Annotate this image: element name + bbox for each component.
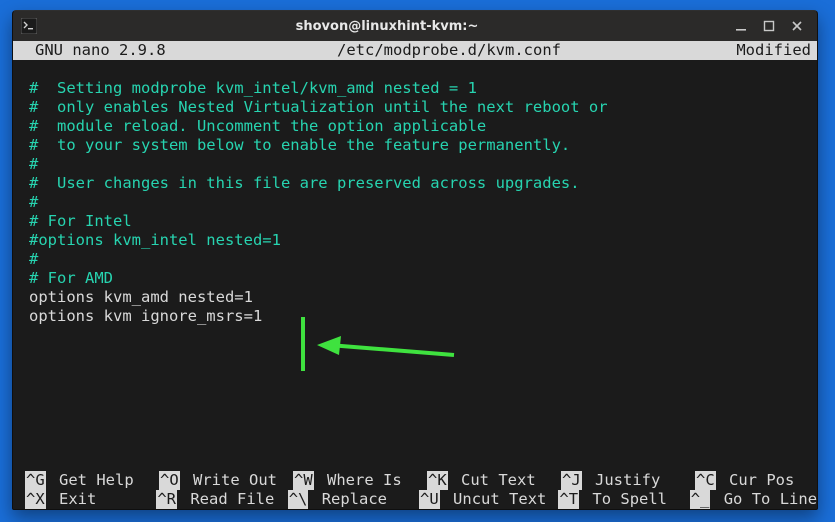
shortcut-label: Cut Text bbox=[452, 471, 536, 490]
maximize-button[interactable] bbox=[757, 16, 781, 36]
shortcut-label: Exit bbox=[50, 490, 97, 509]
shortcut-label: Replace bbox=[312, 490, 387, 509]
nano-shortcut-bar: ^G Get Help^O Write Out^W Where Is^K Cut… bbox=[13, 471, 817, 509]
shortcut-key: ^J bbox=[561, 471, 582, 490]
shortcut-key: ^C bbox=[695, 471, 716, 490]
editor-line: # to your system below to enable the fea… bbox=[29, 136, 817, 155]
editor-content: # Setting modprobe kvm_intel/kvm_amd nes… bbox=[13, 79, 817, 326]
editor-line: # For AMD bbox=[29, 269, 817, 288]
shortcut-cell: ^K Cut Text bbox=[415, 471, 549, 490]
terminal-icon bbox=[21, 18, 37, 34]
close-button[interactable] bbox=[785, 16, 809, 36]
shortcut-cell: ^W Where Is bbox=[281, 471, 415, 490]
shortcut-cell: ^C Cur Pos bbox=[683, 471, 817, 490]
shortcut-cell: ^G Get Help bbox=[13, 471, 147, 490]
shortcut-label: Go To Line bbox=[714, 490, 817, 509]
shortcut-label: Cur Pos bbox=[720, 471, 795, 490]
shortcut-label: To Spell bbox=[583, 490, 667, 509]
shortcut-key: ^_ bbox=[690, 490, 711, 509]
shortcut-key: ^K bbox=[427, 471, 448, 490]
shortcut-key: ^X bbox=[25, 490, 46, 509]
nano-statusbar: GNU nano 2.9.8 /etc/modprobe.d/kvm.conf … bbox=[13, 41, 817, 60]
shortcut-key: ^O bbox=[159, 471, 180, 490]
shortcut-key: ^G bbox=[25, 471, 46, 490]
terminal-body[interactable]: GNU nano 2.9.8 /etc/modprobe.d/kvm.conf … bbox=[13, 41, 817, 509]
shortcut-cell: ^J Justify bbox=[549, 471, 683, 490]
shortcut-cell: ^_ Go To Line bbox=[678, 490, 817, 509]
shortcut-key: ^W bbox=[293, 471, 314, 490]
shortcut-cell: ^\ Replace bbox=[276, 490, 407, 509]
nano-status: Modified bbox=[730, 41, 817, 60]
shortcut-cell: ^R Read File bbox=[144, 490, 275, 509]
shortcut-label: Get Help bbox=[50, 471, 134, 490]
shortcut-key: ^R bbox=[156, 490, 177, 509]
editor-line: # module reload. Uncomment the option ap… bbox=[29, 117, 817, 136]
terminal-window: shovon@linuxhint-kvm:~ GNU nano 2.9.8 /e… bbox=[12, 10, 818, 510]
shortcut-label: Where Is bbox=[318, 471, 402, 490]
titlebar: shovon@linuxhint-kvm:~ bbox=[13, 11, 817, 41]
shortcut-cell: ^X Exit bbox=[13, 490, 144, 509]
editor-line: # bbox=[29, 250, 817, 269]
shortcut-label: Read File bbox=[181, 490, 274, 509]
editor-line: options kvm ignore_msrs=1 bbox=[29, 307, 817, 326]
editor-line: # User changes in this file are preserve… bbox=[29, 174, 817, 193]
editor-line: #options kvm_intel nested=1 bbox=[29, 231, 817, 250]
nano-file-name: /etc/modprobe.d/kvm.conf bbox=[168, 41, 731, 60]
shortcut-label: Write Out bbox=[184, 471, 277, 490]
shortcut-label: Uncut Text bbox=[444, 490, 547, 509]
shortcut-key: ^U bbox=[419, 490, 440, 509]
shortcut-key: ^\ bbox=[288, 490, 309, 509]
editor-line: # bbox=[29, 155, 817, 174]
editor-line: options kvm_amd nested=1 bbox=[29, 288, 817, 307]
editor-line: # For Intel bbox=[29, 212, 817, 231]
shortcut-cell: ^U Uncut Text bbox=[407, 490, 546, 509]
shortcut-key: ^T bbox=[558, 490, 579, 509]
editor-line: # only enables Nested Virtualization unt… bbox=[29, 98, 817, 117]
minimize-button[interactable] bbox=[729, 16, 753, 36]
shortcut-label: Justify bbox=[586, 471, 661, 490]
editor-line: # Setting modprobe kvm_intel/kvm_amd nes… bbox=[29, 79, 817, 98]
nano-app-name: GNU nano 2.9.8 bbox=[13, 41, 168, 60]
window-title: shovon@linuxhint-kvm:~ bbox=[45, 19, 729, 34]
shortcut-cell: ^O Write Out bbox=[147, 471, 281, 490]
shortcut-cell: ^T To Spell bbox=[546, 490, 677, 509]
editor-line: # bbox=[29, 193, 817, 212]
